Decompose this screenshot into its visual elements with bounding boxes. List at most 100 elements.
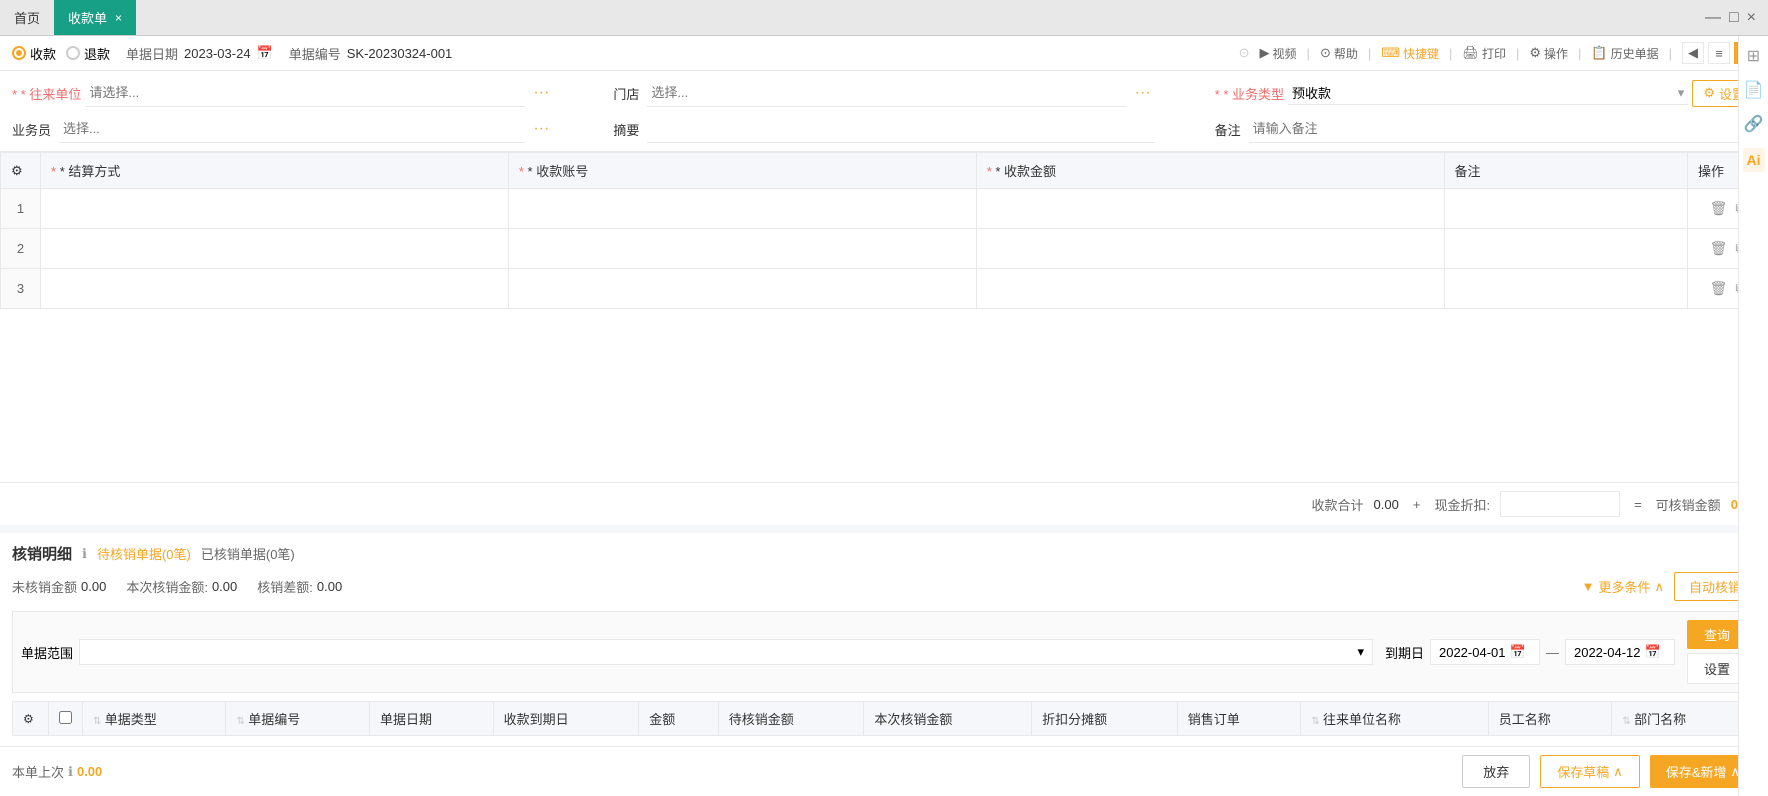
total-value: 0.00 bbox=[1374, 497, 1399, 512]
tab-close-icon[interactable]: × bbox=[115, 11, 122, 25]
tab-receipt[interactable]: 收款单 × bbox=[54, 0, 136, 35]
filter-more-label: 更多条件 bbox=[1598, 577, 1650, 596]
help-label: 帮助 bbox=[1334, 45, 1358, 62]
calendar-icon[interactable]: 📅 bbox=[257, 45, 273, 61]
staff-more-btn[interactable]: ··· bbox=[529, 120, 553, 138]
prev-view-btn[interactable]: ◀ bbox=[1682, 42, 1704, 64]
type-col-header: ⇅ 单据类型 bbox=[83, 702, 226, 736]
radio-receipt[interactable]: 收款 bbox=[12, 44, 56, 63]
account-cell-2[interactable] bbox=[508, 229, 976, 269]
remark-label: 备注 bbox=[1215, 120, 1241, 139]
print-icon: 🖨 bbox=[1462, 45, 1479, 61]
save-draft-button[interactable]: 保存草稿 ∧ bbox=[1540, 755, 1640, 788]
summary-input[interactable] bbox=[647, 115, 1154, 143]
receipt-table: ⚙ * * 结算方式 * * 收款账号 * * 收款金额 备注 操作 1 bbox=[0, 152, 1768, 309]
sidebar-link-icon[interactable]: 🔗 bbox=[1744, 114, 1764, 134]
scope-select[interactable]: ▾ bbox=[79, 639, 1373, 665]
table-row: 1 🗑 ⧉ bbox=[1, 189, 1768, 229]
settlement-cell-3[interactable] bbox=[41, 269, 509, 309]
date-start-input[interactable]: 2022-04-01 📅 bbox=[1430, 639, 1540, 665]
receipt-table-section: ⚙ * * 结算方式 * * 收款账号 * * 收款金额 备注 操作 1 bbox=[0, 152, 1768, 482]
verify-title-text: 核销明细 bbox=[12, 543, 72, 564]
store-more-btn[interactable]: ··· bbox=[1131, 84, 1155, 102]
staff-label: 业务员 bbox=[12, 120, 51, 139]
history-button[interactable]: 📋 历史单据 bbox=[1591, 45, 1658, 62]
store-label: 门店 bbox=[613, 84, 639, 103]
list-view-btn[interactable]: ≡ bbox=[1708, 42, 1730, 64]
account-cell-3[interactable] bbox=[508, 269, 976, 309]
filter-more-btn[interactable]: ▼ 更多条件 ∧ bbox=[1582, 577, 1664, 596]
verify-info-icon[interactable]: ℹ bbox=[82, 546, 87, 562]
divider6: | bbox=[1578, 46, 1581, 61]
counterpart-more-btn[interactable]: ··· bbox=[529, 84, 553, 102]
video-button[interactable]: ▶ 视频 bbox=[1260, 45, 1297, 62]
remark-cell-3[interactable] bbox=[1444, 269, 1687, 309]
radio-refund-label: 退款 bbox=[84, 44, 110, 63]
radio-refund[interactable]: 退款 bbox=[66, 44, 110, 63]
sidebar-table-icon[interactable]: ⊞ bbox=[1747, 46, 1760, 66]
staff-input[interactable] bbox=[59, 115, 525, 143]
operation-button[interactable]: ⚙ 操作 bbox=[1529, 45, 1568, 62]
sidebar-document-icon[interactable]: 📄 bbox=[1744, 80, 1764, 100]
discount-input[interactable] bbox=[1500, 491, 1620, 517]
close-button[interactable]: × bbox=[1747, 9, 1756, 27]
verify-table: ⚙ ⇅ 单据类型 ⇅ 单据编号 单据日期 收款到期日 金额 待核销金额 本次核销… bbox=[12, 701, 1756, 736]
delete-row-3-icon[interactable]: 🗑 bbox=[1710, 280, 1728, 297]
required-star: * bbox=[12, 87, 21, 102]
minimize-button[interactable]: — bbox=[1705, 9, 1721, 27]
discount-col-header: 折扣分摊额 bbox=[1032, 702, 1178, 736]
settlement-header: * * 结算方式 bbox=[41, 153, 509, 189]
delete-row-2-icon[interactable]: 🗑 bbox=[1710, 240, 1728, 257]
toolbar: 收款 退款 单据日期 2023-03-24 📅 单据编号 SK-20230324… bbox=[0, 36, 1768, 71]
date-separator: — bbox=[1546, 645, 1559, 660]
scope-arrow-icon: ▾ bbox=[1357, 644, 1364, 660]
video-label: 视频 bbox=[1273, 45, 1297, 62]
checkbox-col-header[interactable] bbox=[49, 702, 83, 736]
tab-receipt-label: 收款单 bbox=[68, 8, 107, 27]
remark-input[interactable] bbox=[1249, 115, 1756, 143]
settlement-cell-2[interactable] bbox=[41, 229, 509, 269]
date-end-value: 2022-04-12 bbox=[1574, 645, 1641, 660]
maximize-button[interactable]: □ bbox=[1729, 9, 1739, 27]
shortcut-button[interactable]: ⌨ 快捷键 bbox=[1381, 45, 1439, 62]
save-new-label: 保存&新增 bbox=[1666, 762, 1727, 781]
table-row: 2 🗑 ⧉ bbox=[1, 229, 1768, 269]
store-input[interactable] bbox=[647, 79, 1126, 107]
table-gear-header[interactable]: ⚙ bbox=[1, 153, 41, 189]
tab-home[interactable]: 首页 bbox=[0, 0, 54, 35]
account-cell-1[interactable] bbox=[508, 189, 976, 229]
draft-arrow-icon: ∧ bbox=[1613, 764, 1623, 780]
remark-cell-2[interactable] bbox=[1444, 229, 1687, 269]
plus-sign: + bbox=[1413, 497, 1421, 512]
bottom-info-value: 0.00 bbox=[77, 764, 102, 779]
print-button[interactable]: 🖨 打印 bbox=[1462, 45, 1506, 62]
remark-cell-1[interactable] bbox=[1444, 189, 1687, 229]
amount-cell-1[interactable] bbox=[976, 189, 1444, 229]
divider2: | bbox=[1307, 46, 1310, 61]
help-button[interactable]: ⊙ 帮助 bbox=[1320, 45, 1358, 62]
scope-label: 单据范围 bbox=[21, 643, 73, 662]
bill-no-info: 单据编号 SK-20230324-001 bbox=[289, 44, 453, 63]
settlement-cell-1[interactable] bbox=[41, 189, 509, 229]
table-row: 3 🗑 ⧉ bbox=[1, 269, 1768, 309]
amount-cell-2[interactable] bbox=[976, 229, 1444, 269]
pending-tab[interactable]: 待核销单据(0笔) bbox=[97, 544, 191, 563]
current-stat: 本次核销金额: 0.00 bbox=[126, 577, 237, 596]
form-section: * * 往来单位 ··· 门店 ··· * * 业务类型 预收款 ▾ bbox=[0, 71, 1768, 152]
business-type-value: 预收款 bbox=[1292, 83, 1331, 102]
delete-row-1-icon[interactable]: 🗑 bbox=[1710, 200, 1728, 217]
counterpart-input[interactable] bbox=[85, 79, 525, 107]
gear-col-header[interactable]: ⚙ bbox=[13, 702, 49, 736]
sidebar-ai-icon[interactable]: Ai bbox=[1743, 148, 1765, 172]
business-type-select[interactable]: 预收款 ▾ bbox=[1288, 81, 1688, 105]
date-end-input[interactable]: 2022-04-12 📅 bbox=[1565, 639, 1675, 665]
abandon-button[interactable]: 放弃 bbox=[1462, 755, 1530, 788]
done-tab[interactable]: 已核销单据(0笔) bbox=[201, 544, 295, 563]
amount-cell-3[interactable] bbox=[976, 269, 1444, 309]
window-controls: — □ × bbox=[1705, 9, 1768, 27]
divider4: | bbox=[1449, 46, 1452, 61]
select-all-checkbox[interactable] bbox=[59, 711, 72, 724]
sales-order-col-header: 销售订单 bbox=[1177, 702, 1301, 736]
main-content: 收款 退款 单据日期 2023-03-24 📅 单据编号 SK-20230324… bbox=[0, 36, 1768, 796]
help-icon: ⊙ bbox=[1320, 45, 1331, 61]
